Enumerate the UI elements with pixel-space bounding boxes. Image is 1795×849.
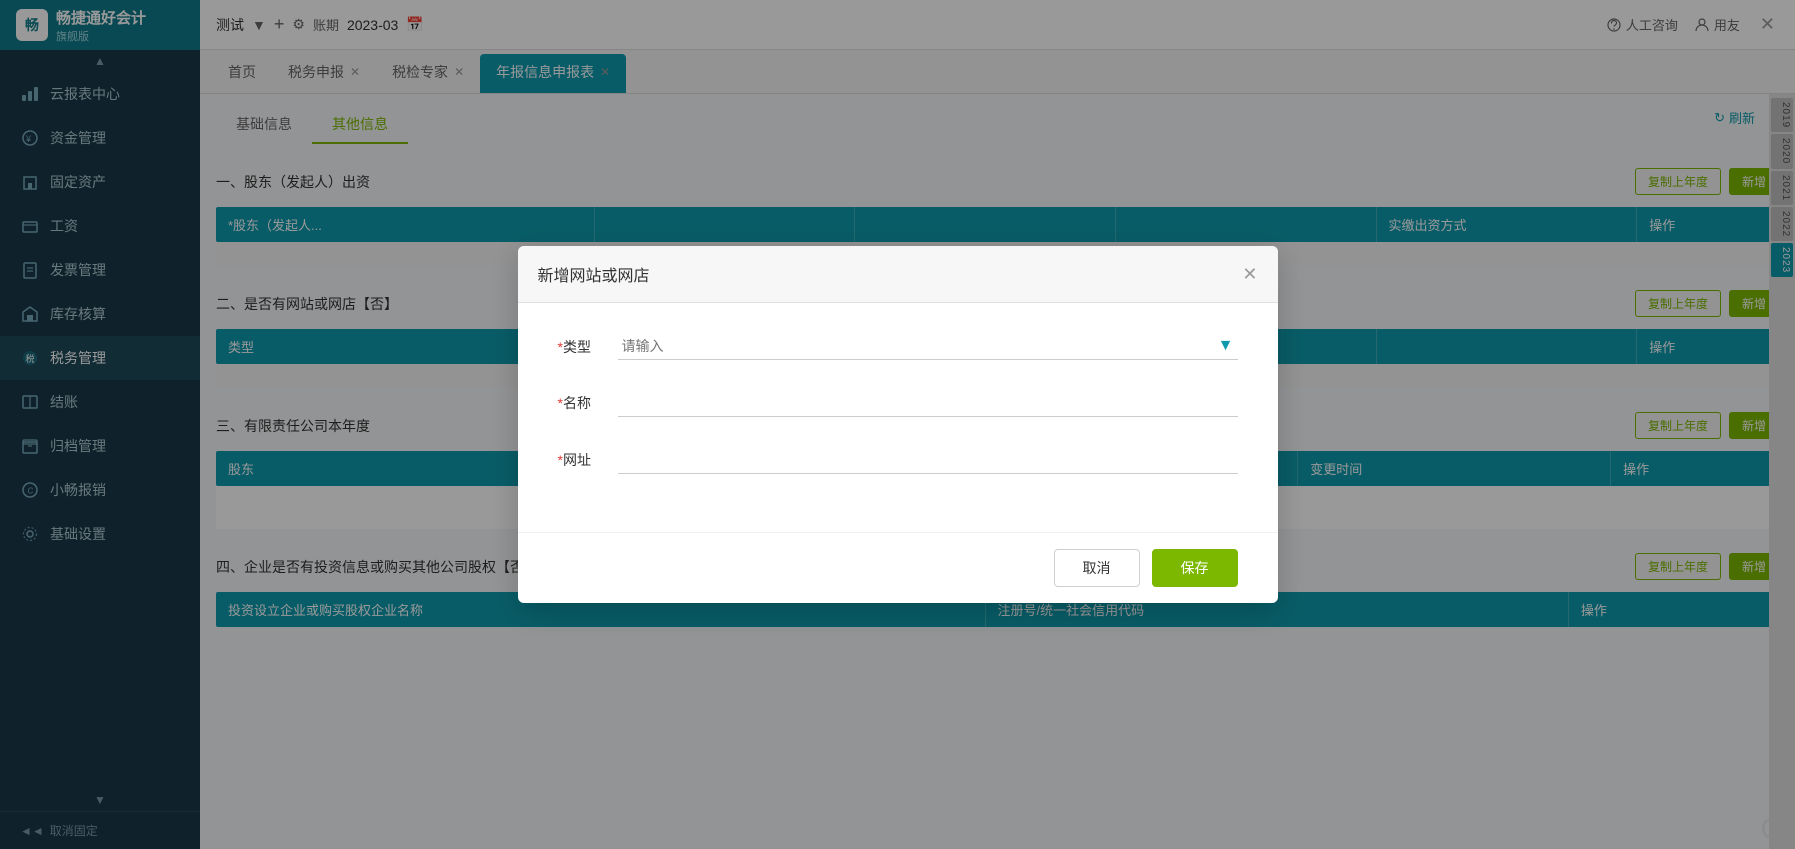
cancel-button[interactable]: 取消	[1054, 549, 1140, 587]
dialog-footer: 取消 保存	[518, 532, 1278, 603]
type-select-field[interactable]: ▼	[618, 333, 1238, 360]
url-input[interactable]	[618, 445, 1238, 474]
dialog-header: 新增网站或网店 ✕	[518, 246, 1278, 303]
dialog-body: *类型 ▼ *名称 *网址	[518, 303, 1278, 532]
form-row-type: *类型 ▼	[558, 333, 1238, 360]
form-label-url: *网址	[558, 450, 618, 470]
save-button[interactable]: 保存	[1152, 549, 1238, 587]
dialog-overlay: 新增网站或网店 ✕ *类型 ▼ *名称	[0, 0, 1795, 849]
form-row-url: *网址	[558, 445, 1238, 474]
type-dropdown-icon[interactable]: ▼	[1218, 337, 1234, 355]
form-label-type: *类型	[558, 337, 618, 357]
name-input[interactable]	[618, 388, 1238, 417]
dialog-add-website: 新增网站或网店 ✕ *类型 ▼ *名称	[518, 246, 1278, 603]
dialog-title: 新增网站或网店	[538, 262, 650, 286]
form-row-name: *名称	[558, 388, 1238, 417]
form-label-name: *名称	[558, 393, 618, 413]
type-input[interactable]	[622, 338, 1218, 354]
dialog-close-icon[interactable]: ✕	[1242, 264, 1257, 285]
